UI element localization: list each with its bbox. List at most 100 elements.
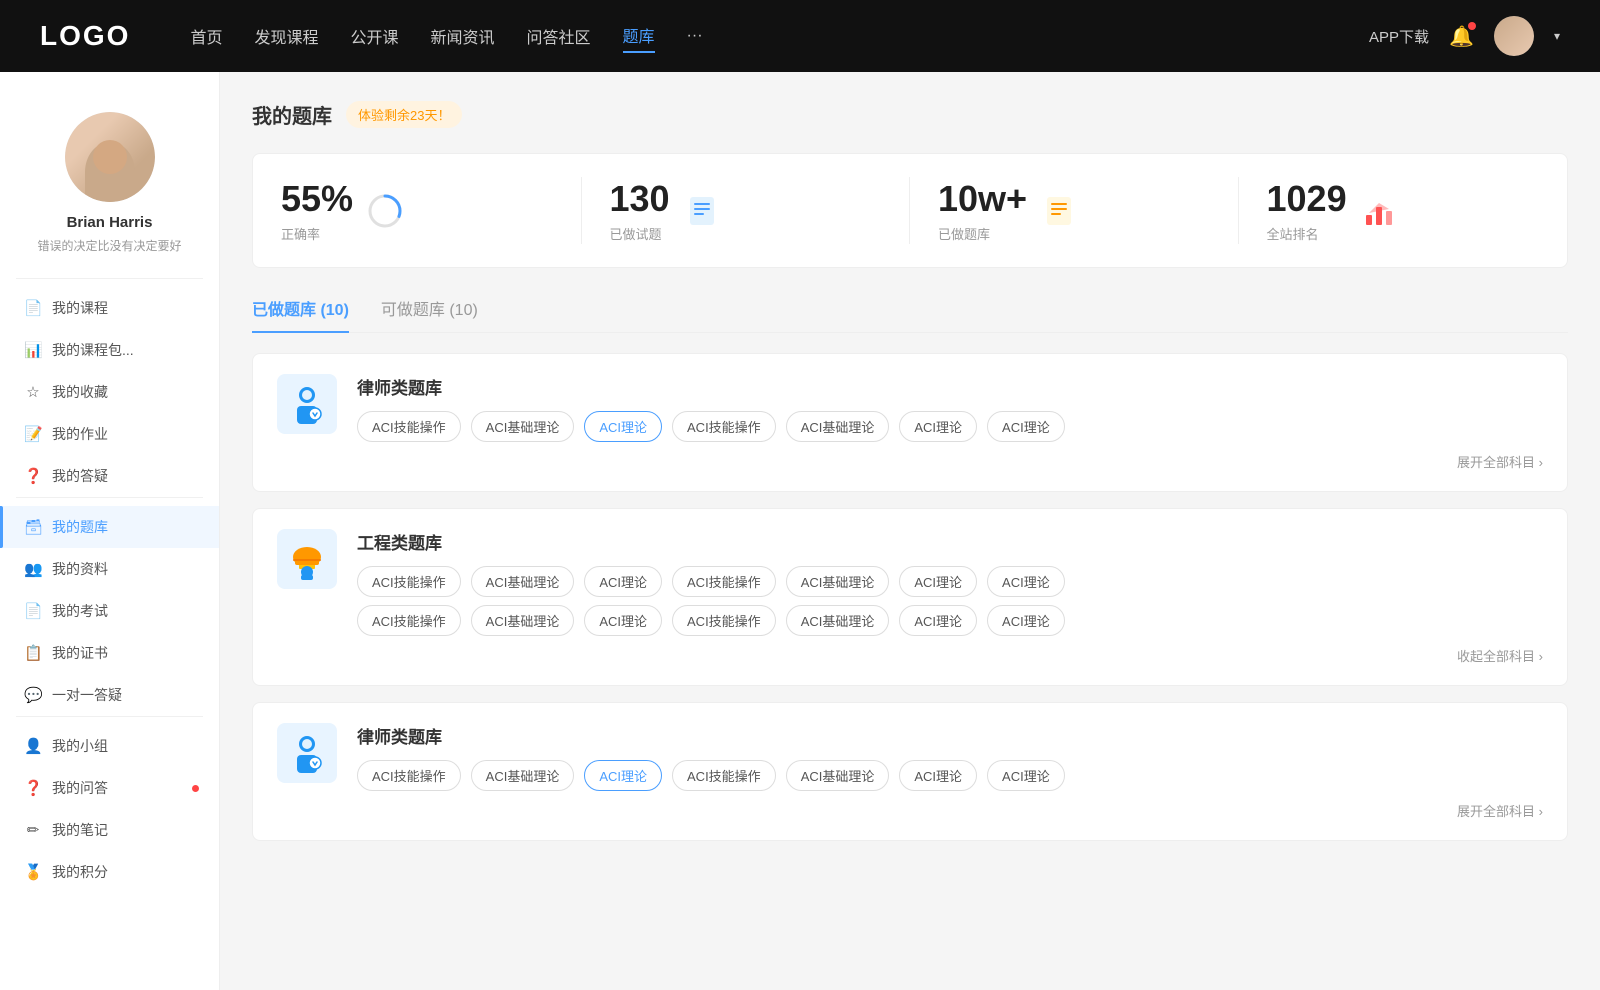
qa-icon: ❓ [24,467,42,485]
qb-tag[interactable]: ACI理论 [584,566,662,597]
main-layout: Brian Harris 错误的决定比没有决定要好 📄 我的课程 📊 我的课程包… [0,72,1600,990]
sidebar-item-my-courses[interactable]: 📄 我的课程 [0,287,219,329]
sidebar-item-exams[interactable]: 📄 我的考试 [0,590,219,632]
qb-tag[interactable]: ACI理论 [987,411,1065,442]
sidebar-item-homework[interactable]: 📝 我的作业 [0,413,219,455]
nav-qbank[interactable]: 题库 [623,19,655,53]
qb-title-lawyer-2: 律师类题库 [357,723,1543,748]
qb-content-lawyer-1: 律师类题库 ACI技能操作 ACI基础理论 ACI理论 ACI技能操作 ACI基… [357,374,1543,471]
qb-tag[interactable]: ACI技能操作 [357,605,461,636]
sidebar-item-certificates[interactable]: 📋 我的证书 [0,632,219,674]
qb-tag-active[interactable]: ACI理论 [584,760,662,791]
nav-home[interactable]: 首页 [190,20,222,52]
notification-bell[interactable]: 🔔 [1449,24,1474,49]
qb-tag[interactable]: ACI技能操作 [357,411,461,442]
sidebar-item-answers[interactable]: ❓ 我的问答 [0,767,219,809]
qb-tag[interactable]: ACI理论 [987,566,1065,597]
qb-tag[interactable]: ACI基础理论 [471,760,575,791]
stat-label-accuracy: 正确率 [281,224,353,243]
sidebar-item-label: 我的收藏 [52,382,108,402]
qb-tag[interactable]: ACI基础理论 [786,411,890,442]
qb-tag[interactable]: ACI技能操作 [357,760,461,791]
qb-card-inner-lawyer-2: 律师类题库 ACI技能操作 ACI基础理论 ACI理论 ACI技能操作 ACI基… [277,723,1543,820]
qb-collapse-engineer[interactable]: 收起全部科目 › [357,646,1543,665]
qb-tag[interactable]: ACI理论 [899,566,977,597]
lawyer-icon-2 [277,723,337,783]
qb-tag[interactable]: ACI理论 [987,605,1065,636]
qb-tag[interactable]: ACI基础理论 [471,411,575,442]
sidebar-motto: 错误的决定比没有决定要好 [20,237,199,254]
qb-tags-engineer-row2: ACI技能操作 ACI基础理论 ACI理论 ACI技能操作 ACI基础理论 AC… [357,605,1543,636]
stat-label-rank: 全站排名 [1267,224,1347,243]
qb-tag[interactable]: ACI基础理论 [786,760,890,791]
sidebar-item-label: 一对一答疑 [52,685,122,705]
sidebar-item-label: 我的资料 [52,559,108,579]
sidebar: Brian Harris 错误的决定比没有决定要好 📄 我的课程 📊 我的课程包… [0,72,220,990]
user-dropdown-arrow[interactable]: ▾ [1554,29,1560,43]
homework-icon: 📝 [24,425,42,443]
qb-card-lawyer-2: 律师类题库 ACI技能操作 ACI基础理论 ACI理论 ACI技能操作 ACI基… [252,702,1568,841]
points-icon: 🏅 [24,863,42,881]
qb-tag[interactable]: ACI理论 [899,760,977,791]
qb-expand-lawyer-2[interactable]: 展开全部科目 › [357,801,1543,820]
done-banks-icon [1041,193,1077,229]
stat-text-accuracy: 55% 正确率 [281,178,353,243]
sidebar-item-qa[interactable]: ❓ 我的答疑 [0,455,219,497]
nav-more[interactable]: ··· [687,23,703,49]
qb-tag[interactable]: ACI基础理论 [471,605,575,636]
user-avatar[interactable] [1494,16,1534,56]
navbar: LOGO 首页 发现课程 公开课 新闻资讯 问答社区 题库 ··· APP下载 … [0,0,1600,72]
sidebar-item-group[interactable]: 👤 我的小组 [0,725,219,767]
main-content: 我的题库 体验剩余23天！ 55% 正确率 [220,72,1600,990]
qb-tag[interactable]: ACI基础理论 [471,566,575,597]
sidebar-item-course-packages[interactable]: 📊 我的课程包... [0,329,219,371]
sidebar-item-label: 我的课程包... [52,340,134,360]
nav-open-courses[interactable]: 公开课 [350,20,398,52]
qb-tag[interactable]: ACI技能操作 [357,566,461,597]
answers-notification-dot [192,785,199,792]
qb-tag[interactable]: ACI技能操作 [672,605,776,636]
sidebar-item-profile[interactable]: 👥 我的资料 [0,548,219,590]
accuracy-icon [367,193,403,229]
sidebar-item-question-bank[interactable]: 🗃 我的题库 [0,506,219,548]
nav-qa[interactable]: 问答社区 [527,20,591,52]
sidebar-item-one-on-one[interactable]: 💬 一对一答疑 [0,674,219,716]
qb-expand-lawyer-1[interactable]: 展开全部科目 › [357,452,1543,471]
qb-tag[interactable]: ACI基础理论 [786,566,890,597]
sidebar-item-label: 我的笔记 [52,820,108,840]
stat-accuracy: 55% 正确率 [253,154,582,267]
qb-tag[interactable]: ACI技能操作 [672,566,776,597]
certificates-icon: 📋 [24,644,42,662]
qb-tag[interactable]: ACI理论 [899,411,977,442]
my-courses-icon: 📄 [24,299,42,317]
done-tests-icon [684,193,720,229]
stat-text-rank: 1029 全站排名 [1267,178,1347,243]
sidebar-item-points[interactable]: 🏅 我的积分 [0,851,219,893]
qb-tag[interactable]: ACI理论 [987,760,1065,791]
sidebar-item-favorites[interactable]: ☆ 我的收藏 [0,371,219,413]
qb-tag[interactable]: ACI理论 [584,605,662,636]
page-title: 我的题库 [252,100,332,129]
qb-tag[interactable]: ACI技能操作 [672,760,776,791]
sidebar-item-notes[interactable]: ✏ 我的笔记 [0,809,219,851]
qb-tag[interactable]: ACI技能操作 [672,411,776,442]
sidebar-divider-1 [16,278,203,279]
qb-content-engineer: 工程类题库 ACI技能操作 ACI基础理论 ACI理论 ACI技能操作 ACI基… [357,529,1543,665]
qb-title-engineer: 工程类题库 [357,529,1543,554]
qb-tag-active[interactable]: ACI理论 [584,411,662,442]
nav-news[interactable]: 新闻资讯 [431,20,495,52]
tab-done-banks[interactable]: 已做题库 (10) [252,296,349,332]
nav-courses[interactable]: 发现课程 [254,20,318,52]
lawyer-icon-1 [277,374,337,434]
qb-tag[interactable]: ACI理论 [899,605,977,636]
sidebar-divider-2 [16,497,203,498]
stat-label-done-tests: 已做试题 [610,224,670,243]
qb-tag[interactable]: ACI基础理论 [786,605,890,636]
notes-icon: ✏ [24,821,42,839]
sidebar-item-label: 我的作业 [52,424,108,444]
notification-dot [1468,22,1476,30]
qb-card-inner: 律师类题库 ACI技能操作 ACI基础理论 ACI理论 ACI技能操作 ACI基… [277,374,1543,471]
sidebar-item-label: 我的问答 [52,778,108,798]
tab-available-banks[interactable]: 可做题库 (10) [381,296,478,332]
app-download-link[interactable]: APP下载 [1369,26,1429,47]
